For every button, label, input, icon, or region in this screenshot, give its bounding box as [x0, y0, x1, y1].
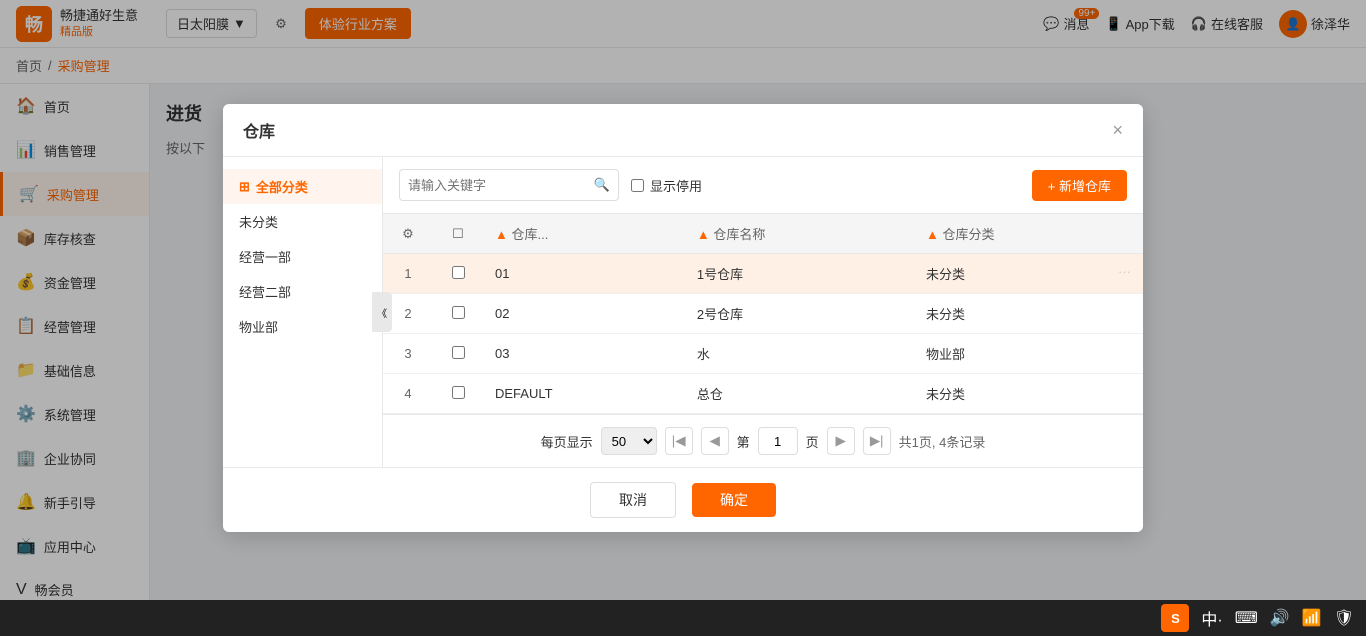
keyboard-icon[interactable]: ⌨ — [1235, 608, 1258, 628]
grid-icon: ⊞ — [239, 179, 250, 195]
row-checkbox[interactable] — [452, 346, 465, 359]
cell-checkbox[interactable] — [433, 374, 483, 414]
table-row[interactable]: 4 DEFAULT 总仓 未分类 — [383, 374, 1143, 414]
search-toolbar: 🔍 显示停用 + 新增仓库 — [383, 157, 1143, 214]
category-item-op2[interactable]: 经营二部 — [223, 274, 382, 309]
category-panel: ⊞ 全部分类 未分类 经营一部 经营二部 物业部 《 — [223, 157, 383, 467]
per-page-select[interactable]: 50 100 200 — [601, 427, 657, 455]
cell-code: DEFAULT — [483, 374, 685, 414]
shield-icon[interactable]: 🛡 — [1334, 608, 1354, 628]
right-panel: 🔍 显示停用 + 新增仓库 ⚙ ☐ — [383, 157, 1143, 467]
first-page-button[interactable]: |◀ — [665, 427, 693, 455]
s-brand-logo: S — [1161, 604, 1189, 632]
collapse-panel-button[interactable]: 《 — [372, 292, 392, 332]
modal-title: 仓库 — [243, 118, 275, 142]
table-body: 1 01 1号仓库 未分类 ··· 2 — [383, 254, 1143, 414]
sound-icon[interactable]: 🔊 — [1270, 608, 1290, 628]
row-checkbox[interactable] — [452, 386, 465, 399]
next-page-button[interactable]: ▶ — [827, 427, 855, 455]
page-input[interactable] — [758, 427, 798, 455]
cancel-button[interactable]: 取消 — [590, 482, 676, 518]
cell-checkbox[interactable] — [433, 294, 483, 334]
cell-category: 未分类 — [914, 294, 1143, 334]
col-gear: ⚙ — [383, 214, 433, 254]
category-all-item[interactable]: ⊞ 全部分类 — [223, 169, 382, 204]
category-item-unclassified[interactable]: 未分类 — [223, 204, 382, 239]
row-checkbox[interactable] — [452, 306, 465, 319]
cell-category: 物业部 — [914, 334, 1143, 374]
confirm-button[interactable]: 确定 — [692, 483, 776, 517]
search-input[interactable] — [408, 178, 594, 193]
table-row[interactable]: 2 02 2号仓库 未分类 — [383, 294, 1143, 334]
bottom-taskbar: S 中· ⌨ 🔊 📶 🛡 — [0, 600, 1366, 636]
table: ⚙ ☐ ▲ 仓库... ▲ 仓库名称 — [383, 214, 1143, 414]
page-label-pre: 第 — [737, 432, 750, 451]
chinese-input-label: 中· — [1201, 606, 1222, 630]
cell-name: 总仓 — [685, 374, 914, 414]
cell-category: 未分类 — [914, 374, 1143, 414]
last-page-button[interactable]: ▶| — [863, 427, 891, 455]
col-category: ▲ 仓库分类 — [914, 214, 1143, 254]
sort-icon-name: ▲ — [697, 227, 710, 242]
row-checkbox[interactable] — [452, 266, 465, 279]
cell-code: 03 — [483, 334, 685, 374]
add-warehouse-button[interactable]: + 新增仓库 — [1032, 170, 1127, 201]
sort-icon-code: ▲ — [495, 227, 508, 242]
col-code: ▲ 仓库... — [483, 214, 685, 254]
cell-name: 2号仓库 — [685, 294, 914, 334]
table-row[interactable]: 3 03 水 物业部 — [383, 334, 1143, 374]
sort-icon-cat: ▲ — [926, 227, 939, 242]
search-icon: 🔍 — [594, 177, 610, 193]
gear-icon-header: ⚙ — [402, 226, 414, 241]
page-label: 页 — [806, 432, 819, 451]
show-disabled-checkbox[interactable]: 显示停用 — [631, 176, 702, 195]
modal-body: ⊞ 全部分类 未分类 经营一部 经营二部 物业部 《 — [223, 157, 1143, 467]
cell-checkbox[interactable] — [433, 254, 483, 294]
cell-name: 水 — [685, 334, 914, 374]
total-info: 共1页, 4条记录 — [899, 432, 986, 451]
modal-footer: 取消 确定 — [223, 467, 1143, 532]
cell-code: 02 — [483, 294, 685, 334]
cell-name: 1号仓库 — [685, 254, 914, 294]
col-checkbox: ☐ — [433, 214, 483, 254]
per-page-label: 每页显示 — [541, 432, 593, 451]
search-box[interactable]: 🔍 — [399, 169, 619, 201]
cell-row-num: 3 — [383, 334, 433, 374]
warehouse-table: ⚙ ☐ ▲ 仓库... ▲ 仓库名称 — [383, 214, 1143, 414]
show-disabled-input[interactable] — [631, 179, 644, 192]
category-item-property[interactable]: 物业部 — [223, 309, 382, 344]
cell-checkbox[interactable] — [433, 334, 483, 374]
pagination: 每页显示 50 100 200 |◀ ◀ 第 页 ▶ ▶| 共1页, 4条记录 — [383, 414, 1143, 467]
category-all-label: 全部分类 — [256, 177, 308, 196]
table-row[interactable]: 1 01 1号仓库 未分类 ··· — [383, 254, 1143, 294]
table-header: ⚙ ☐ ▲ 仓库... ▲ 仓库名称 — [383, 214, 1143, 254]
more-icon[interactable]: ··· — [1118, 264, 1131, 279]
prev-page-button[interactable]: ◀ — [701, 427, 729, 455]
cell-row-num: 4 — [383, 374, 433, 414]
col-name: ▲ 仓库名称 — [685, 214, 914, 254]
category-item-op1[interactable]: 经营一部 — [223, 239, 382, 274]
warehouse-modal: 仓库 × ⊞ 全部分类 未分类 经营一部 经营二部 — [223, 104, 1143, 532]
show-disabled-label: 显示停用 — [650, 176, 702, 195]
network-icon[interactable]: 📶 — [1302, 608, 1322, 628]
cell-row-num: 1 — [383, 254, 433, 294]
modal-header: 仓库 × — [223, 104, 1143, 157]
modal-close-button[interactable]: × — [1112, 120, 1123, 141]
cell-category: 未分类 ··· — [914, 254, 1143, 294]
cell-code: 01 — [483, 254, 685, 294]
modal-overlay: 仓库 × ⊞ 全部分类 未分类 经营一部 经营二部 — [0, 0, 1366, 636]
